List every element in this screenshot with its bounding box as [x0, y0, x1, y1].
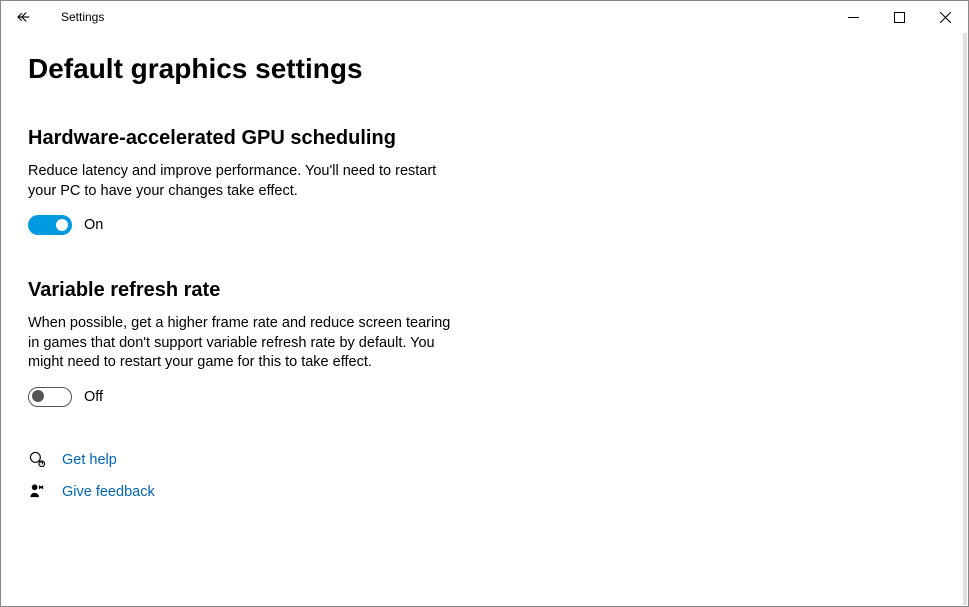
maximize-icon	[894, 12, 905, 23]
get-help-row: Get help	[28, 451, 501, 469]
close-icon	[940, 12, 951, 23]
vrr-toggle-label: Off	[84, 389, 103, 405]
gpu-scheduling-toggle-row: On	[28, 215, 501, 235]
titlebar-left: Settings	[9, 2, 104, 32]
footer-links: Get help Give feedback	[28, 451, 501, 501]
titlebar: Settings	[1, 1, 968, 33]
back-arrow-icon	[15, 8, 33, 26]
gpu-scheduling-toggle-label: On	[84, 217, 103, 233]
gpu-scheduling-description: Reduce latency and improve performance. …	[28, 162, 458, 201]
vrr-toggle[interactable]	[28, 387, 72, 407]
app-title: Settings	[61, 10, 104, 24]
vrr-description: When possible, get a higher frame rate a…	[28, 314, 458, 373]
give-feedback-row: Give feedback	[28, 483, 501, 501]
gpu-scheduling-heading: Hardware-accelerated GPU scheduling	[28, 127, 501, 150]
minimize-button[interactable]	[830, 1, 876, 33]
gpu-scheduling-toggle[interactable]	[28, 215, 72, 235]
minimize-icon	[848, 12, 859, 23]
scrollbar[interactable]	[963, 33, 967, 605]
back-button[interactable]	[9, 2, 39, 32]
page-title: Default graphics settings	[28, 53, 501, 85]
feedback-icon	[28, 483, 46, 501]
give-feedback-link[interactable]: Give feedback	[62, 484, 155, 500]
help-icon	[28, 451, 46, 469]
vrr-heading: Variable refresh rate	[28, 279, 501, 302]
get-help-link[interactable]: Get help	[62, 452, 117, 468]
vrr-toggle-row: Off	[28, 387, 501, 407]
close-button[interactable]	[922, 1, 968, 33]
content: Default graphics settings Hardware-accel…	[1, 33, 501, 501]
maximize-button[interactable]	[876, 1, 922, 33]
window-controls	[830, 1, 968, 33]
